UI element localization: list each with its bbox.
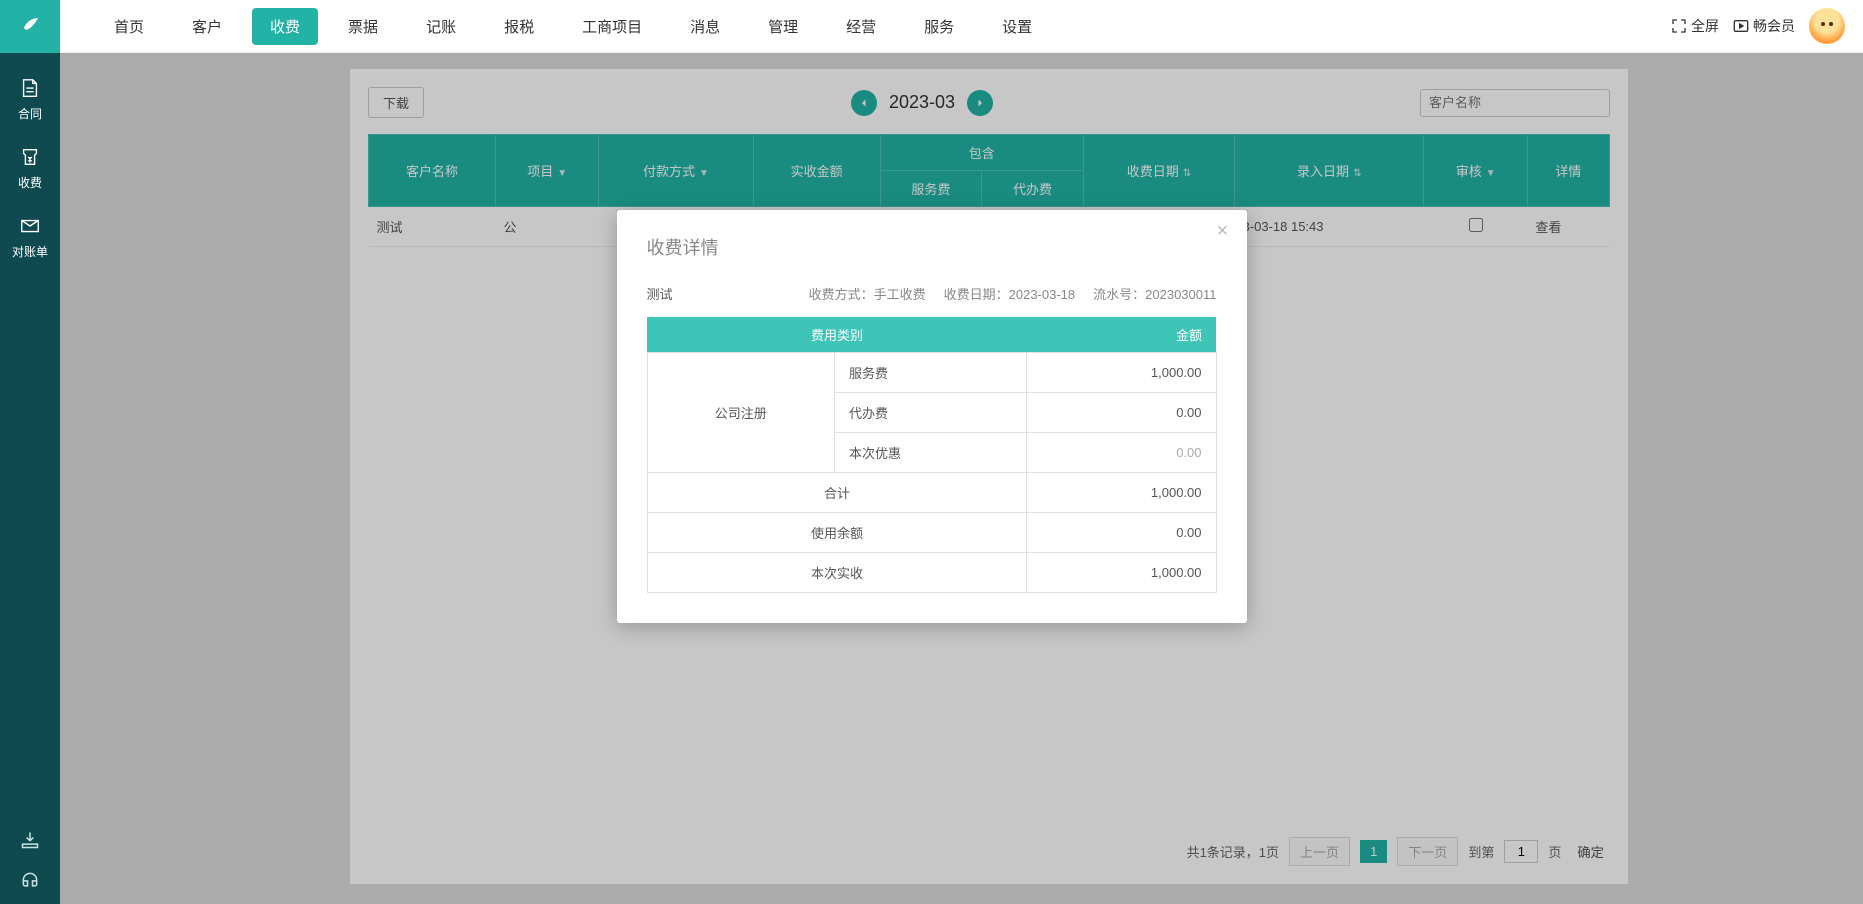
top-nav: 首页 客户 收费 票据 记账 报税 工商项目 消息 管理 经营 服务 设置 全屏…	[0, 0, 1863, 53]
detail-amount: 1,000.00	[1027, 353, 1216, 393]
sidebar-contract[interactable]: 合同	[0, 65, 60, 134]
dth-amount: 金额	[1027, 317, 1216, 353]
modal-meta: 测试 收费方式：手工收费 收费日期：2023-03-18 流水号：2023030…	[647, 284, 1217, 303]
sidebar-statement[interactable]: 对账单	[0, 203, 60, 272]
fee-detail-modal: × 收费详情 测试 收费方式：手工收费 收费日期：2023-03-18 流水号：…	[617, 210, 1247, 623]
detail-label: 代办费	[835, 393, 1027, 433]
detail-label: 本次优惠	[835, 433, 1027, 473]
nav-ticket[interactable]: 票据	[330, 8, 396, 45]
nav-accounting[interactable]: 记账	[408, 8, 474, 45]
statement-icon	[19, 215, 41, 237]
detail-footer-row: 合计 1,000.00	[647, 473, 1216, 513]
feather-icon	[18, 14, 42, 38]
detail-amount: 0.00	[1027, 393, 1216, 433]
detail-footer-amount: 1,000.00	[1027, 473, 1216, 513]
detail-table: 费用类别 金额 公司注册 服务费 1,000.00 代办费 0.00 本次优惠 …	[647, 317, 1217, 593]
sidebar-contract-label: 合同	[18, 105, 42, 122]
detail-amount: 0.00	[1027, 433, 1216, 473]
modal-method: 收费方式：手工收费	[809, 284, 926, 303]
detail-label: 服务费	[835, 353, 1027, 393]
nav-customer[interactable]: 客户	[174, 8, 240, 45]
modal-serial: 流水号：2023030011	[1093, 284, 1216, 303]
detail-row: 公司注册 服务费 1,000.00	[647, 353, 1216, 393]
detail-category: 公司注册	[647, 353, 835, 473]
sidebar-bottom	[20, 830, 40, 904]
sidebar: 合同 收费 对账单	[0, 53, 60, 904]
nav-service[interactable]: 服务	[906, 8, 972, 45]
close-icon: ×	[1217, 220, 1229, 242]
modal-date: 收费日期：2023-03-18	[944, 284, 1076, 303]
sidebar-statement-label: 对账单	[12, 243, 48, 260]
fullscreen-label: 全屏	[1691, 16, 1719, 36]
modal-title: 收费详情	[647, 234, 1217, 260]
member-button[interactable]: 畅会员	[1733, 16, 1795, 36]
nav-home[interactable]: 首页	[96, 8, 162, 45]
play-icon	[1733, 18, 1749, 34]
nav-settings[interactable]: 设置	[984, 8, 1050, 45]
member-label: 畅会员	[1753, 16, 1795, 36]
avatar[interactable]	[1809, 8, 1845, 44]
app-logo[interactable]	[0, 0, 60, 53]
nav-tax[interactable]: 报税	[486, 8, 552, 45]
detail-footer-amount: 1,000.00	[1027, 553, 1216, 593]
nav-items: 首页 客户 收费 票据 记账 报税 工商项目 消息 管理 经营 服务 设置	[90, 8, 1056, 45]
detail-footer-label: 使用余额	[647, 513, 1027, 553]
contract-icon	[19, 77, 41, 99]
detail-footer-label: 本次实收	[647, 553, 1027, 593]
download-icon[interactable]	[20, 830, 40, 850]
detail-footer-amount: 0.00	[1027, 513, 1216, 553]
nav-business[interactable]: 工商项目	[564, 8, 660, 45]
dth-category: 费用类别	[647, 317, 1027, 353]
nav-manage[interactable]: 管理	[750, 8, 816, 45]
detail-footer-label: 合计	[647, 473, 1027, 513]
sidebar-fee[interactable]: 收费	[0, 134, 60, 203]
modal-close-button[interactable]: ×	[1211, 220, 1235, 244]
modal-customer: 测试	[647, 284, 673, 303]
detail-footer-row: 本次实收 1,000.00	[647, 553, 1216, 593]
nav-message[interactable]: 消息	[672, 8, 738, 45]
headset-icon[interactable]	[20, 870, 40, 890]
detail-footer-row: 使用余额 0.00	[647, 513, 1216, 553]
fullscreen-button[interactable]: 全屏	[1671, 16, 1719, 36]
fee-icon	[19, 146, 41, 168]
topnav-right: 全屏 畅会员	[1671, 8, 1863, 44]
sidebar-fee-label: 收费	[18, 174, 42, 191]
fullscreen-icon	[1671, 18, 1687, 34]
nav-operate[interactable]: 经营	[828, 8, 894, 45]
nav-fee[interactable]: 收费	[252, 8, 318, 45]
